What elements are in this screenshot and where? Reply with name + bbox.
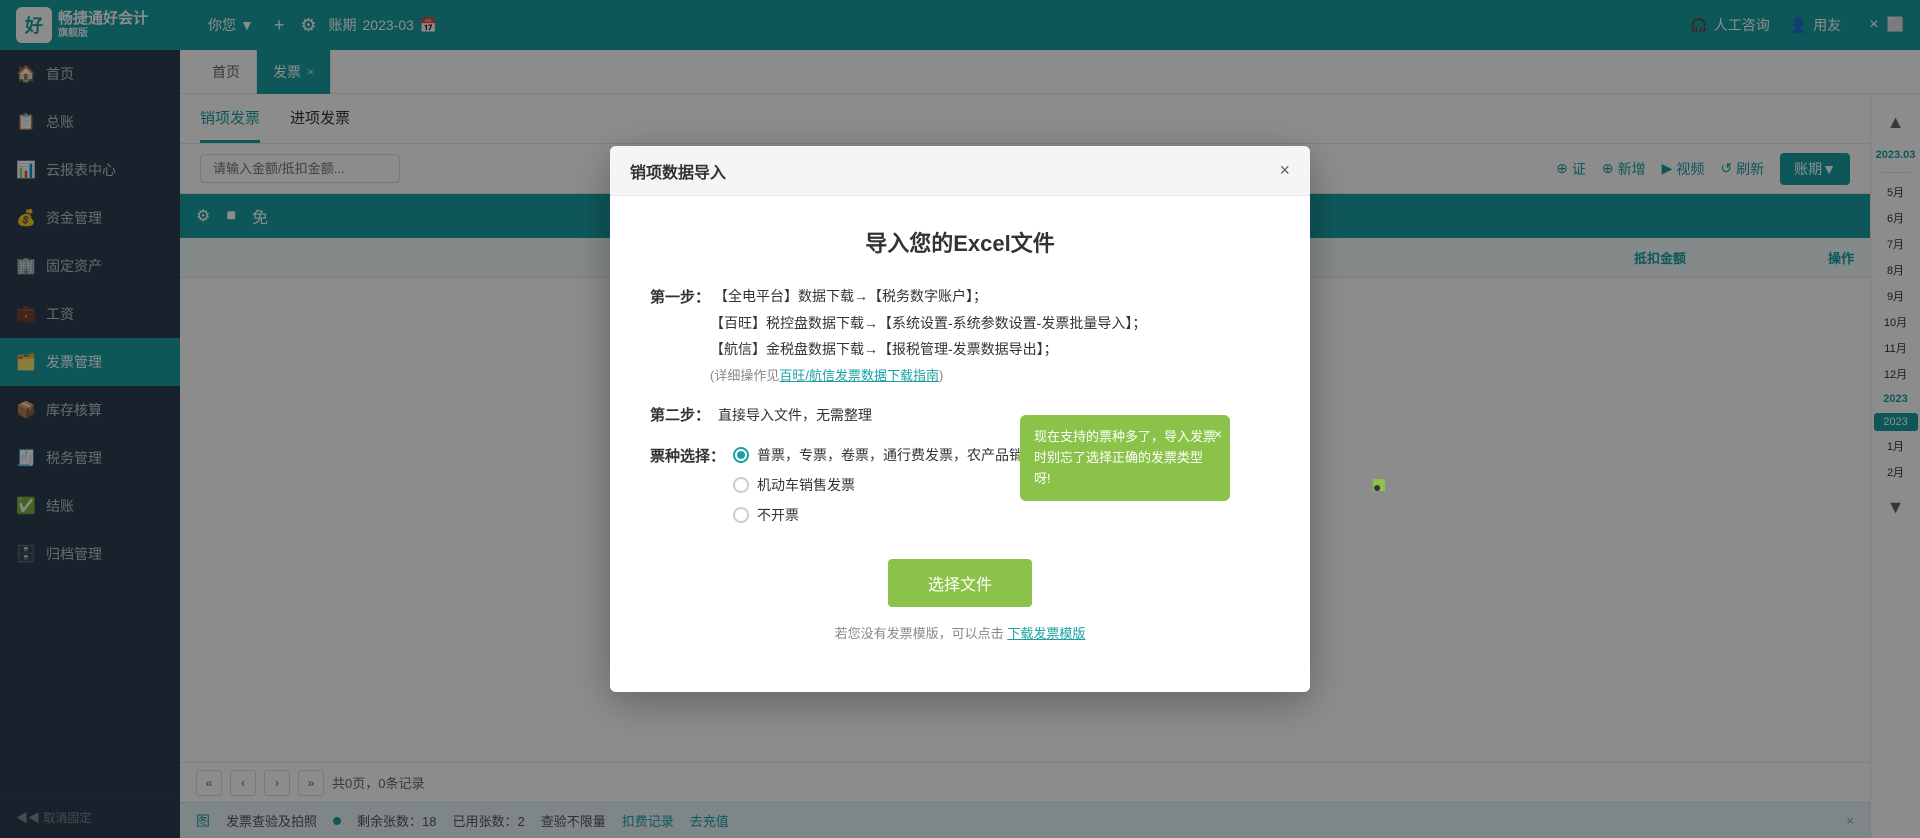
step1-label: 第一步：	[650, 286, 710, 307]
radio-noticket-label: 不开票	[757, 505, 799, 525]
step2-label: 第二步：	[650, 404, 710, 425]
tooltip-text: 现在支持的票种多了，导入发票时别忘了选择正确的发票类型呀!	[1034, 429, 1216, 486]
radio-noticket[interactable]: 不开票	[733, 505, 1065, 525]
radio-motor[interactable]: 机动车销售发票 ●	[733, 475, 1065, 495]
modal-header: 销项数据导入 ×	[610, 146, 1310, 196]
modal-close-btn[interactable]: ×	[1279, 160, 1290, 181]
radio-normal-circle[interactable]	[733, 447, 749, 463]
modal-title: 销项数据导入	[630, 159, 726, 183]
modal-main-title: 导入您的Excel文件	[650, 226, 1270, 258]
modal-overlay: 销项数据导入 × 导入您的Excel文件 第一步： 【全电平台】数据下载→【税务…	[0, 0, 1920, 838]
tooltip-dot: ●	[1373, 479, 1385, 491]
download-hint: 若您没有发票模版，可以点击 下载发票模版	[650, 623, 1270, 662]
step1-link: (详细操作见百旺/航信发票数据下载指南)	[650, 365, 1270, 384]
radio-noticket-circle[interactable]	[733, 507, 749, 523]
radio-motor-label: 机动车销售发票	[757, 475, 855, 495]
select-file-btn[interactable]: 选择文件	[888, 559, 1032, 607]
radio-motor-circle[interactable]	[733, 477, 749, 493]
download-template-link[interactable]: 下载发票模版	[1007, 626, 1085, 641]
step1-section: 第一步： 【全电平台】数据下载→【税务数字账户】； 【百旺】税控盘数据下载→【系…	[650, 286, 1270, 384]
ticket-label: 票种选择：	[650, 445, 725, 466]
download-guide-link[interactable]: 百旺/航信发票数据下载指南	[779, 368, 939, 383]
step1-line-2: 【航信】金税盘数据下载→【报税管理-发票数据导出】；	[650, 339, 1270, 359]
step1-line-1: 【百旺】税控盘数据下载→【系统设置-系统参数设置-发票批量导入】；	[650, 313, 1270, 333]
step2-content: 直接导入文件，无需整理	[718, 405, 872, 425]
download-hint-prefix: 若您没有发票模版，可以点击	[835, 626, 1004, 641]
step1-line-0: 【全电平台】数据下载→【税务数字账户】；	[714, 286, 987, 306]
step1-first-line: 第一步： 【全电平台】数据下载→【税务数字账户】；	[650, 286, 1270, 307]
tooltip-close-btn[interactable]: ×	[1214, 423, 1222, 445]
tooltip-bubble: × 现在支持的票种多了，导入发票时别忘了选择正确的发票类型呀!	[1020, 415, 1230, 501]
